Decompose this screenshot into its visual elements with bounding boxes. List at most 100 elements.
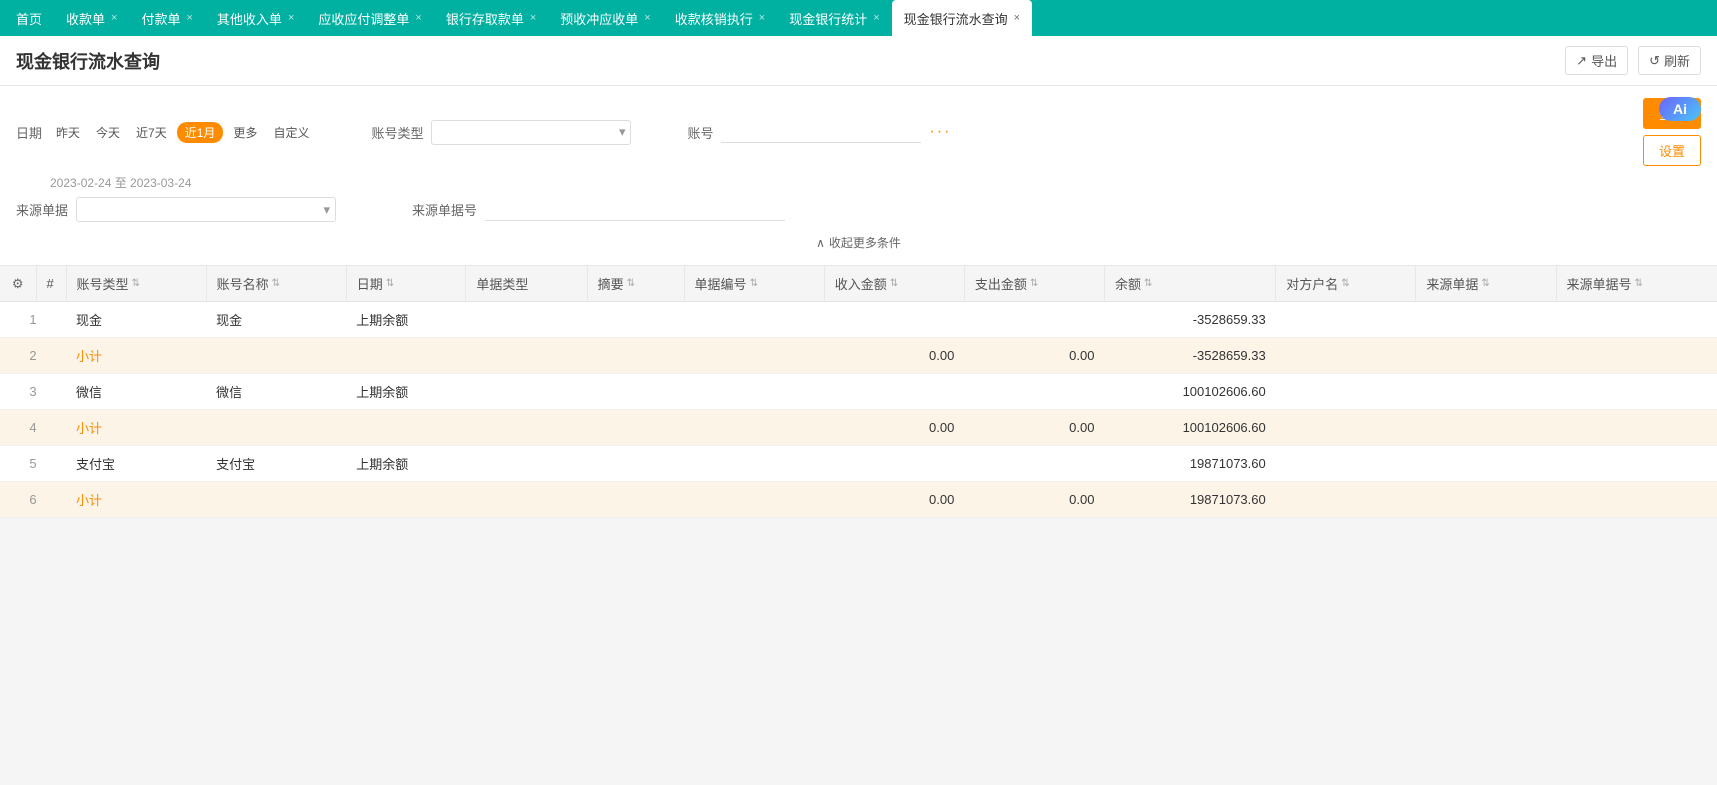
table-cell bbox=[346, 338, 466, 374]
account-dots-button[interactable]: ··· bbox=[929, 123, 951, 141]
close-icon[interactable]: × bbox=[1014, 12, 1020, 24]
page-header: 现金银行流水查询 ↗ 导出 ↺ 刷新 bbox=[0, 36, 1717, 86]
source-doc-select-wrapper bbox=[76, 197, 336, 222]
table-row: 1现金现金上期余额-3528659.33 bbox=[0, 302, 1717, 338]
account-type-select-wrapper: 现金银行微信支付宝 bbox=[431, 120, 631, 145]
nav-item-收款单[interactable]: 收款单× bbox=[54, 0, 129, 36]
table-cell bbox=[1556, 482, 1717, 518]
table-cell bbox=[824, 446, 964, 482]
table-cell bbox=[684, 410, 824, 446]
th-账号类型[interactable]: 账号类型⇅ bbox=[66, 266, 206, 302]
table-cell: 0.00 bbox=[964, 482, 1104, 518]
close-icon[interactable]: × bbox=[415, 12, 421, 24]
gear-icon[interactable]: ⚙ bbox=[12, 276, 24, 291]
table-cell bbox=[1276, 446, 1416, 482]
table-row: 2小计0.000.00-3528659.33 bbox=[0, 338, 1717, 374]
date-shortcut-近1月[interactable]: 近1月 bbox=[177, 122, 224, 143]
export-icon: ↗ bbox=[1576, 53, 1587, 69]
filter-row-1: 日期 昨天今天近7天近1月更多自定义 账号类型 现金银行微信支付宝 账号 ···… bbox=[16, 98, 1701, 166]
close-icon[interactable]: × bbox=[288, 12, 294, 24]
close-icon[interactable]: × bbox=[759, 12, 765, 24]
settings-button[interactable]: 设置 bbox=[1643, 135, 1701, 166]
nav-item-现金银行流水查询[interactable]: 现金银行流水查询× bbox=[892, 0, 1032, 36]
table-cell: 现金 bbox=[66, 302, 206, 338]
th-gear[interactable]: ⚙ bbox=[0, 266, 36, 302]
table-cell bbox=[1556, 338, 1717, 374]
date-shortcut-近7天[interactable]: 近7天 bbox=[130, 122, 173, 143]
th-日期[interactable]: 日期⇅ bbox=[346, 266, 466, 302]
th-账号名称[interactable]: 账号名称⇅ bbox=[206, 266, 346, 302]
nav-item-银行存取款单[interactable]: 银行存取款单× bbox=[434, 0, 548, 36]
top-navigation: 首页收款单×付款单×其他收入单×应收应付调整单×银行存取款单×预收冲应收单×收款… bbox=[0, 0, 1717, 36]
table-cell bbox=[466, 446, 587, 482]
table-cell: 0.00 bbox=[824, 482, 964, 518]
th-余额[interactable]: 余额⇅ bbox=[1104, 266, 1275, 302]
table-cell bbox=[346, 410, 466, 446]
close-icon[interactable]: × bbox=[644, 12, 650, 24]
account-label: 账号 bbox=[687, 123, 713, 142]
close-icon[interactable]: × bbox=[186, 12, 192, 24]
nav-item-现金银行统计[interactable]: 现金银行统计× bbox=[777, 0, 891, 36]
table-row: 3微信微信上期余额100102606.60 bbox=[0, 374, 1717, 410]
th-对方户名[interactable]: 对方户名⇅ bbox=[1276, 266, 1416, 302]
source-doc-select[interactable] bbox=[76, 197, 336, 222]
date-label: 日期 bbox=[16, 123, 42, 142]
table-cell: 现金 bbox=[206, 302, 346, 338]
source-doc-num-input[interactable] bbox=[485, 199, 785, 221]
table-cell bbox=[587, 446, 684, 482]
table-cell bbox=[1556, 302, 1717, 338]
refresh-icon: ↺ bbox=[1649, 53, 1660, 69]
nav-item-付款单[interactable]: 付款单× bbox=[129, 0, 204, 36]
date-shortcut-今天[interactable]: 今天 bbox=[90, 122, 126, 143]
table-cell: -3528659.33 bbox=[1104, 302, 1275, 338]
refresh-button[interactable]: ↺ 刷新 bbox=[1638, 46, 1701, 75]
table-cell bbox=[1556, 446, 1717, 482]
account-input[interactable] bbox=[721, 121, 921, 143]
table-cell: 支付宝 bbox=[206, 446, 346, 482]
th-来源单据[interactable]: 来源单据⇅ bbox=[1416, 266, 1556, 302]
th-摘要[interactable]: 摘要⇅ bbox=[587, 266, 684, 302]
th-单据类型: 单据类型 bbox=[466, 266, 587, 302]
th-支出金额[interactable]: 支出金额⇅ bbox=[964, 266, 1104, 302]
th-单据编号[interactable]: 单据编号⇅ bbox=[684, 266, 824, 302]
close-icon[interactable]: × bbox=[530, 12, 536, 24]
table-cell bbox=[1416, 410, 1556, 446]
export-button[interactable]: ↗ 导出 bbox=[1565, 46, 1628, 75]
table-cell bbox=[964, 374, 1104, 410]
table-row: 6小计0.000.0019871073.60 bbox=[0, 482, 1717, 518]
nav-item-应收应付调整单[interactable]: 应收应付调整单× bbox=[306, 0, 433, 36]
th-收入金额[interactable]: 收入金额⇅ bbox=[824, 266, 964, 302]
table-cell bbox=[1276, 302, 1416, 338]
table-cell bbox=[1416, 302, 1556, 338]
table-cell bbox=[587, 410, 684, 446]
table-cell bbox=[1416, 446, 1556, 482]
table-cell bbox=[684, 446, 824, 482]
table-cell: 100102606.60 bbox=[1104, 410, 1275, 446]
date-shortcut-更多[interactable]: 更多 bbox=[227, 122, 263, 143]
table-cell bbox=[1416, 482, 1556, 518]
ai-badge[interactable]: Ai bbox=[1659, 97, 1701, 121]
nav-item-首页[interactable]: 首页 bbox=[4, 0, 54, 36]
table-row: 5支付宝支付宝上期余额19871073.60 bbox=[0, 446, 1717, 482]
source-doc-label: 来源单据 bbox=[16, 200, 68, 219]
table-cell bbox=[587, 302, 684, 338]
nav-item-其他收入单[interactable]: 其他收入单× bbox=[205, 0, 306, 36]
collapse-filter-button[interactable]: ∧ 收起更多条件 bbox=[16, 230, 1701, 255]
th-来源单据号[interactable]: 来源单据号⇅ bbox=[1556, 266, 1717, 302]
table-cell: -3528659.33 bbox=[1104, 338, 1275, 374]
table-cell bbox=[206, 410, 346, 446]
close-icon[interactable]: × bbox=[111, 12, 117, 24]
account-type-select[interactable]: 现金银行微信支付宝 bbox=[431, 120, 631, 145]
table-cell: 小计 bbox=[66, 338, 206, 374]
row-num-cell: 1 bbox=[0, 302, 66, 338]
date-shortcut-自定义[interactable]: 自定义 bbox=[267, 122, 315, 143]
nav-item-收款核销执行[interactable]: 收款核销执行× bbox=[663, 0, 777, 36]
table-cell: 微信 bbox=[66, 374, 206, 410]
table-container: ⚙ # 账号类型⇅账号名称⇅日期⇅单据类型摘要⇅单据编号⇅收入金额⇅支出金额⇅余… bbox=[0, 266, 1717, 518]
table-cell bbox=[1416, 338, 1556, 374]
nav-item-预收冲应收单[interactable]: 预收冲应收单× bbox=[548, 0, 662, 36]
table-cell bbox=[587, 482, 684, 518]
close-icon[interactable]: × bbox=[873, 12, 879, 24]
row-num-cell: 5 bbox=[0, 446, 66, 482]
date-shortcut-昨天[interactable]: 昨天 bbox=[50, 122, 86, 143]
